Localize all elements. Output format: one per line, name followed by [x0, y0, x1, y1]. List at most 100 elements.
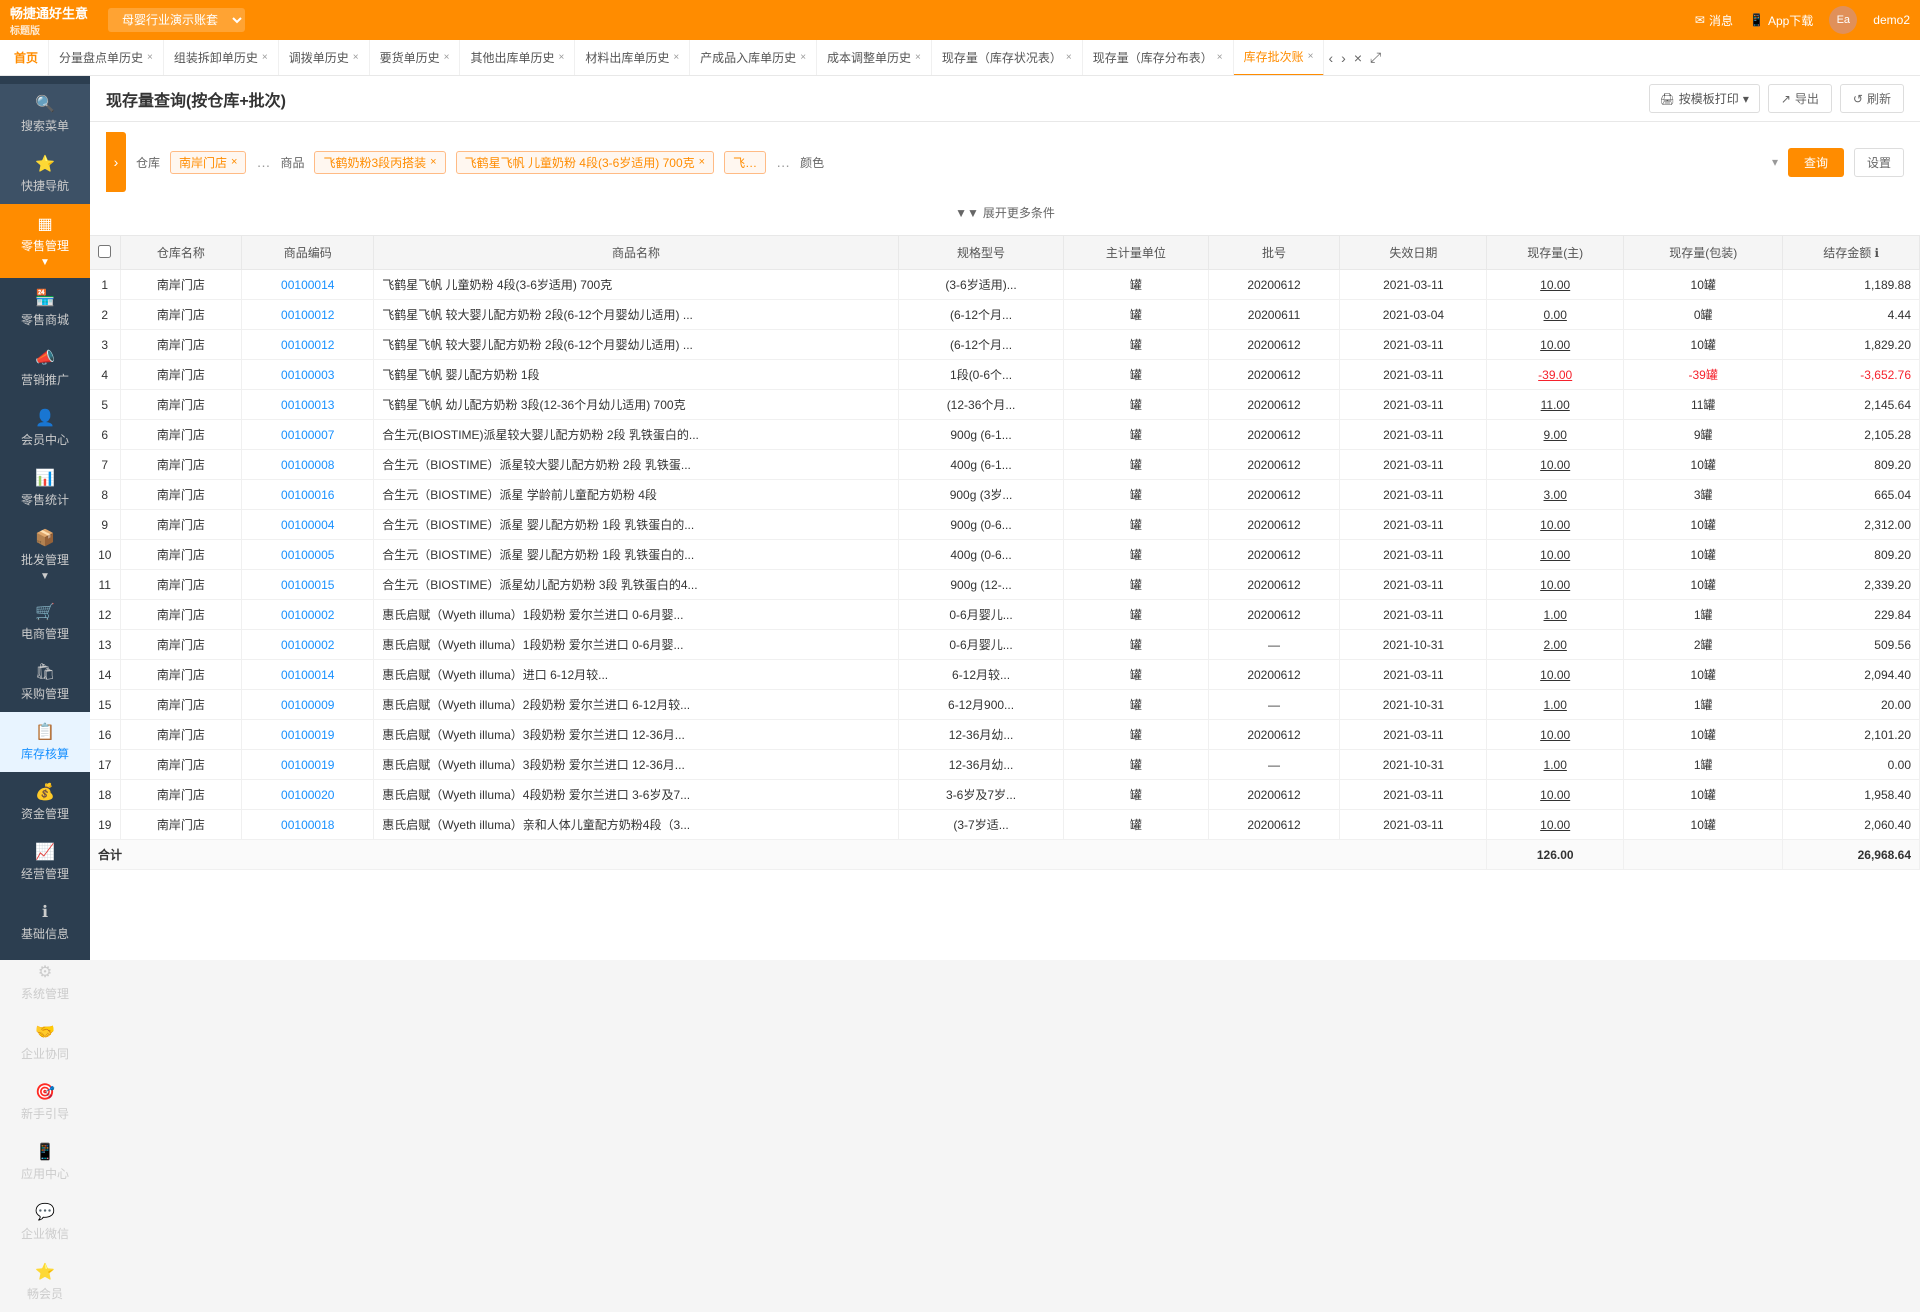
nav-prev[interactable]: ‹ [1324, 50, 1337, 66]
tab-5[interactable]: 其他出库单历史 × [460, 40, 575, 76]
cell-qty[interactable]: 10.00 [1487, 660, 1624, 690]
cell-qty[interactable]: 10.00 [1487, 330, 1624, 360]
cell-qty[interactable]: 10.00 [1487, 780, 1624, 810]
cell-code[interactable]: 00100018 [242, 810, 374, 840]
cell-qty[interactable]: 1.00 [1487, 750, 1624, 780]
sidebar-search[interactable]: 🔍 搜索菜单 [0, 84, 90, 144]
settings-btn[interactable]: 设置 [1854, 148, 1904, 177]
goods-tag-2-close[interactable]: × [699, 156, 705, 168]
export-btn[interactable]: ↗ 导出 [1768, 84, 1832, 113]
cell-code[interactable]: 00100012 [242, 300, 374, 330]
sidebar-item-guide[interactable]: 🎯 新手引导 [0, 1072, 90, 1132]
tab-2[interactable]: 组装拆卸单历史 × [164, 40, 279, 76]
cell-qty[interactable]: 10.00 [1487, 570, 1624, 600]
cell-code[interactable]: 00100005 [242, 540, 374, 570]
cell-code[interactable]: 00100002 [242, 630, 374, 660]
app-download-btn[interactable]: 📱 App下载 [1749, 12, 1813, 29]
user-name[interactable]: demo2 [1873, 13, 1910, 27]
sidebar-item-retail-stat[interactable]: 📊 零售统计 [0, 458, 90, 518]
cell-code[interactable]: 00100014 [242, 660, 374, 690]
company-dropdown[interactable]: 母婴行业演示账套 [108, 8, 245, 32]
sidebar-item-finance[interactable]: 💰 资金管理 [0, 772, 90, 832]
tab-6[interactable]: 材料出库单历史 × [575, 40, 690, 76]
cell-code[interactable]: 00100013 [242, 390, 374, 420]
tab-3[interactable]: 调拨单历史 × [279, 40, 370, 76]
cell-code[interactable]: 00100019 [242, 750, 374, 780]
query-btn[interactable]: 查询 [1788, 148, 1844, 177]
cell-qty[interactable]: 10.00 [1487, 270, 1624, 300]
forward-btn[interactable]: › [106, 132, 126, 192]
sidebar-quick-nav[interactable]: ⭐ 快捷导航 [0, 144, 90, 204]
tab-9[interactable]: 现存量（库存状况表） × [932, 40, 1083, 76]
sidebar-item-wholesale[interactable]: 📦 批发管理 ▼ [0, 518, 90, 592]
cell-warehouse: 南岸门店 [120, 660, 242, 690]
cell-warehouse: 南岸门店 [120, 780, 242, 810]
sidebar-item-ops[interactable]: 📈 经营管理 [0, 832, 90, 892]
cell-qty[interactable]: 1.00 [1487, 690, 1624, 720]
sidebar-item-ecommerce[interactable]: 🛒 电商管理 [0, 592, 90, 652]
message-btn[interactable]: ✉ 消息 [1695, 12, 1733, 29]
cell-qty[interactable]: 10.00 [1487, 540, 1624, 570]
cell-qty[interactable]: 0.00 [1487, 300, 1624, 330]
sidebar-item-collab[interactable]: 🤝 企业协同 [0, 1012, 90, 1072]
tab-1[interactable]: 分量盘点单历史 × [49, 40, 164, 76]
cell-qty[interactable]: 2.00 [1487, 630, 1624, 660]
dropdown-icon: ▾ [1743, 92, 1749, 106]
refresh-btn[interactable]: ↺ 刷新 [1840, 84, 1904, 113]
tab-home[interactable]: 首页 [4, 40, 49, 76]
nav-next[interactable]: › [1337, 50, 1350, 66]
sidebar-item-vip[interactable]: ⭐ 畅会员 [0, 1252, 90, 1312]
cell-code[interactable]: 00100009 [242, 690, 374, 720]
goods-tag-3[interactable]: 飞… [724, 151, 766, 174]
sidebar-item-retail-mall[interactable]: 🏪 零售商城 [0, 278, 90, 338]
warehouse-more[interactable]: … [256, 154, 270, 170]
cell-qty[interactable]: 10.00 [1487, 720, 1624, 750]
cell-qty[interactable]: 10.00 [1487, 450, 1624, 480]
cell-code[interactable]: 00100008 [242, 450, 374, 480]
cell-qty[interactable]: 10.00 [1487, 510, 1624, 540]
sidebar-item-purchase[interactable]: 🛍 采购管理 [0, 652, 90, 712]
nav-close-all[interactable]: × [1350, 50, 1366, 66]
goods-tag-1[interactable]: 飞鹤奶粉3段丙搭装 × [314, 151, 445, 174]
cell-qty[interactable]: 3.00 [1487, 480, 1624, 510]
tab-11[interactable]: 库存批次账 × [1234, 40, 1325, 76]
sidebar-item-inventory[interactable]: 📋 库存核算 [0, 712, 90, 772]
sidebar-item-wechat[interactable]: 💬 企业微信 [0, 1192, 90, 1252]
cell-code[interactable]: 00100003 [242, 360, 374, 390]
cell-code[interactable]: 00100002 [242, 600, 374, 630]
cell-code[interactable]: 00100020 [242, 780, 374, 810]
cell-code[interactable]: 00100007 [242, 420, 374, 450]
sidebar-item-basic[interactable]: ℹ 基础信息 [0, 892, 90, 952]
expand-more-btn[interactable]: ▼▼ 展开更多条件 [947, 200, 1063, 225]
cell-qty[interactable]: 9.00 [1487, 420, 1624, 450]
cell-code[interactable]: 00100015 [242, 570, 374, 600]
color-dropdown[interactable]: ▾ [1772, 155, 1778, 169]
nav-maximize[interactable]: ⤢ [1366, 49, 1385, 66]
cell-code[interactable]: 00100016 [242, 480, 374, 510]
tab-4[interactable]: 要货单历史 × [370, 40, 461, 76]
warehouse-tag-close[interactable]: × [231, 156, 237, 168]
cell-qty[interactable]: 1.00 [1487, 600, 1624, 630]
tab-7[interactable]: 产成品入库单历史 × [690, 40, 817, 76]
warehouse-tag[interactable]: 南岸门店 × [170, 151, 246, 174]
sidebar-item-retail[interactable]: ▦ 零售管理 ▼ [0, 204, 90, 278]
tab-10[interactable]: 现存量（库存分布表） × [1083, 40, 1234, 76]
goods-tag-2[interactable]: 飞鹤星飞帆 儿童奶粉 4段(3-6岁适用) 700克 × [456, 151, 714, 174]
template-print-btn[interactable]: 🖨 按模板打印 ▾ [1649, 84, 1760, 113]
sidebar-item-marketing[interactable]: 📣 营销推广 [0, 338, 90, 398]
cell-qty[interactable]: 11.00 [1487, 390, 1624, 420]
goods-more[interactable]: … [776, 154, 790, 170]
goods-tag-1-close[interactable]: × [430, 156, 436, 168]
cell-code[interactable]: 00100014 [242, 270, 374, 300]
cell-qty[interactable]: 10.00 [1487, 810, 1624, 840]
sidebar-item-apps[interactable]: 📱 应用中心 [0, 1132, 90, 1192]
cell-code[interactable]: 00100012 [242, 330, 374, 360]
sidebar-item-member[interactable]: 👤 会员中心 [0, 398, 90, 458]
cell-qty[interactable]: -39.00 [1487, 360, 1624, 390]
cell-code[interactable]: 00100004 [242, 510, 374, 540]
user-avatar[interactable]: Ea [1829, 6, 1857, 34]
sidebar-item-system[interactable]: ⚙ 系统管理 [0, 952, 90, 1012]
tab-8[interactable]: 成本调整单历史 × [817, 40, 932, 76]
cell-code[interactable]: 00100019 [242, 720, 374, 750]
select-all-checkbox[interactable] [98, 245, 111, 258]
